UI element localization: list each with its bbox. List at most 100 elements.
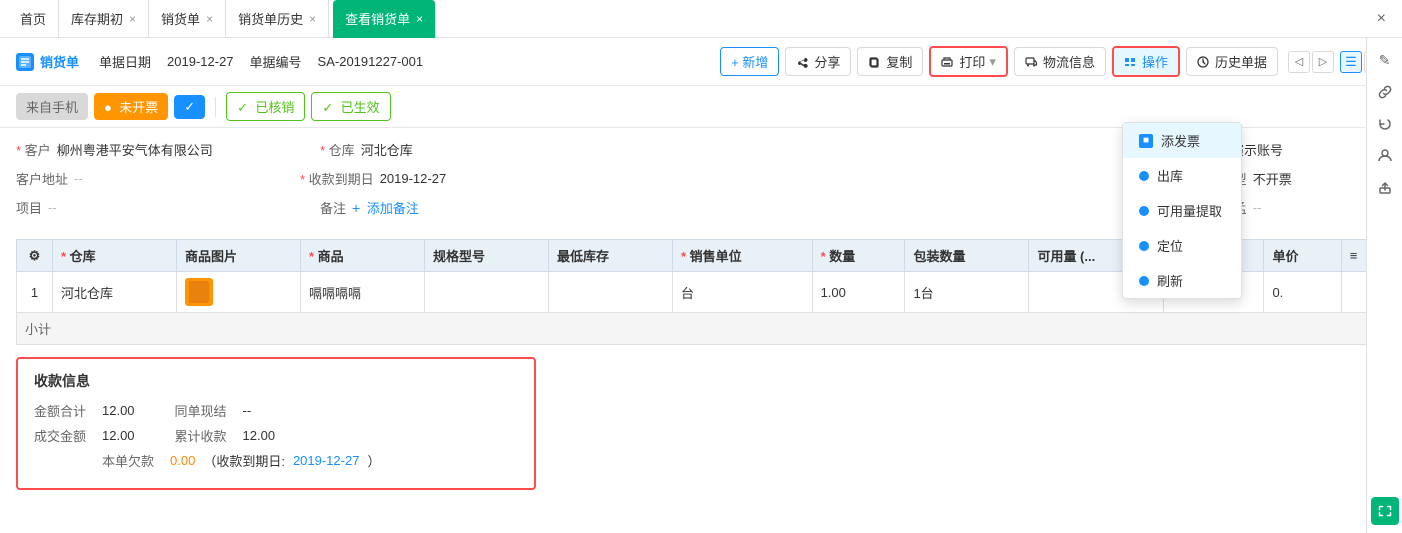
sidebar-expand-icon[interactable]: [1371, 497, 1399, 525]
cumulative-label: 累计收款: [175, 426, 235, 445]
next-button[interactable]: ▷: [1312, 51, 1334, 73]
cell-product-img: [177, 272, 301, 313]
ops-button[interactable]: 操作: [1112, 46, 1180, 77]
prev-button[interactable]: ◁: [1288, 51, 1310, 73]
from-phone-button[interactable]: 来自手机: [16, 93, 88, 120]
total-field: 金额合计 12.00: [34, 401, 135, 420]
new-button[interactable]: + 新增: [720, 47, 779, 76]
tab-sales-history[interactable]: 销货单历史 ×: [226, 0, 329, 38]
tab-check-sales[interactable]: 查看销货单 ×: [333, 0, 436, 38]
dropdown-locate[interactable]: 定位: [1123, 228, 1241, 263]
sidebar-edit-icon[interactable]: ✎: [1371, 46, 1399, 74]
subtotal-row: 小计: [17, 313, 1386, 345]
close-tab-history[interactable]: ×: [309, 12, 316, 26]
same-order-label: 同单现结: [175, 401, 235, 420]
cell-price: 0.: [1264, 272, 1341, 313]
cell-spec: [425, 272, 549, 313]
project-label: 项目: [16, 198, 42, 217]
refresh-icon: [1139, 276, 1149, 286]
tab-home[interactable]: 首页: [8, 0, 59, 38]
ticket-value: 不开票: [1253, 169, 1292, 188]
sidebar-link-icon[interactable]: [1371, 78, 1399, 106]
tab-bar: 首页 库存期初 × 销货单 × 销货单历史 × 查看销货单 × ×: [0, 0, 1402, 38]
customer-label: 客户: [16, 140, 51, 159]
nav-icons: ◁ ▷: [1288, 51, 1334, 73]
balance-date: 2019-12-27: [293, 453, 360, 468]
doc-header: 销货单 单据日期 2019-12-27 单据编号 SA-20191227-001…: [0, 38, 1402, 86]
dropdown-refresh[interactable]: 刷新: [1123, 263, 1241, 298]
customer-field: 客户 柳州粤港平安气体有限公司: [16, 140, 216, 159]
date-label: 单据日期: [99, 52, 151, 71]
col-settings[interactable]: ⚙: [17, 240, 53, 272]
project-field: 项目 --: [16, 198, 216, 217]
sidebar-rotate-icon[interactable]: [1371, 110, 1399, 138]
global-close-button[interactable]: ×: [1369, 10, 1394, 28]
dropdown-out-warehouse[interactable]: 出库: [1123, 158, 1241, 193]
payment-date-field: 收款到期日 2019-12-27: [300, 169, 500, 188]
dropdown-add-invoice[interactable]: ■ 添发票: [1123, 123, 1241, 158]
col-warehouse: 仓库: [53, 240, 177, 272]
transaction-label: 成交金额: [34, 426, 94, 445]
active-button[interactable]: ✓ 已生效: [311, 92, 390, 121]
payment-row-1: 金额合计 12.00 同单现结 --: [34, 401, 518, 420]
balance-value: 0.00: [170, 453, 195, 468]
cell-pack-qty: 1台: [905, 272, 1029, 313]
check-icon: ✓: [237, 100, 248, 115]
cumulative-value: 12.00: [243, 428, 276, 443]
remark-label: 备注: [320, 198, 346, 217]
col-product-img: 商品图片: [177, 240, 301, 272]
copy-button[interactable]: 复制: [857, 47, 923, 76]
warehouse-value: 河北仓库: [361, 140, 413, 159]
total-value: 12.00: [102, 403, 135, 418]
logistics-button[interactable]: 物流信息: [1014, 47, 1106, 76]
out-warehouse-icon: [1139, 171, 1149, 181]
dropdown-available-qty[interactable]: 可用量提取: [1123, 193, 1241, 228]
print-button[interactable]: 打印 ▾: [929, 46, 1008, 77]
col-spec: 规格型号: [425, 240, 549, 272]
confirm-button[interactable]: ✓: [174, 95, 205, 119]
available-qty-icon: [1139, 206, 1149, 216]
close-tab-check[interactable]: ×: [416, 12, 423, 26]
add-invoice-icon: ■: [1139, 134, 1153, 148]
ops-dropdown: ■ 添发票 出库 可用量提取 定位 刷新: [1122, 122, 1242, 299]
payment-date-label: 收款到期日: [300, 169, 374, 188]
col-pack-qty: 包装数量: [905, 240, 1029, 272]
doc-title: 销货单: [16, 52, 79, 71]
number-value: SA-20191227-001: [318, 54, 424, 69]
share-button[interactable]: 分享: [785, 47, 851, 76]
subtotal-label: 小计: [17, 313, 1386, 345]
same-order-value: --: [243, 403, 252, 418]
remark-field: 备注 + 添加备注: [320, 198, 520, 217]
col-min-stock: 最低库存: [549, 240, 673, 272]
add-remark-button[interactable]: + 添加备注: [352, 198, 419, 217]
tab-inventory-init[interactable]: 库存期初 ×: [59, 0, 149, 38]
doc-meta: 单据日期 2019-12-27 单据编号 SA-20191227-001: [99, 52, 720, 71]
cumulative-field: 累计收款 12.00: [175, 426, 276, 445]
history-button[interactable]: 历史单据: [1186, 47, 1278, 76]
payment-title: 收款信息: [34, 371, 518, 391]
col-product: 商品: [301, 240, 425, 272]
cancel-button[interactable]: ✓ 已核销: [226, 92, 305, 121]
warehouse-label: 仓库: [320, 140, 355, 159]
payment-row-2: 成交金额 12.00 累计收款 12.00: [34, 426, 518, 445]
list-view-button[interactable]: ☰: [1340, 51, 1362, 73]
sidebar-share-icon[interactable]: [1371, 174, 1399, 202]
secondary-toolbar: 来自手机 ● 未开票 ✓ ✓ 已核销 ✓ 已生效 ■ 添发票 出库: [0, 86, 1402, 128]
toolbar-right: + 新增 分享 复制 打印 ▾ 物流信息 操作: [720, 46, 1386, 77]
status-button[interactable]: ● 未开票: [94, 93, 168, 120]
staff2-value: --: [1253, 200, 1262, 215]
col-price: 单价: [1264, 240, 1341, 272]
warehouse-field: 仓库 河北仓库: [320, 140, 520, 159]
cell-unit: 台: [673, 272, 813, 313]
balance-field: 本单欠款 0.00 （收款到期日: 2019-12-27 ）: [102, 451, 380, 470]
transaction-field: 成交金额 12.00: [34, 426, 135, 445]
sidebar-user-icon[interactable]: [1371, 142, 1399, 170]
close-tab-sales[interactable]: ×: [206, 12, 213, 26]
bottom-section: 收款信息 金额合计 12.00 同单现结 -- 成交金额 12.00 累计收款: [0, 345, 1402, 502]
cell-min-stock: [549, 272, 673, 313]
circle-icon: ●: [104, 100, 112, 115]
tab-sales-order[interactable]: 销货单 ×: [149, 0, 226, 38]
col-unit: 销售单位: [673, 240, 813, 272]
locate-icon: [1139, 241, 1149, 251]
close-tab-inventory[interactable]: ×: [129, 12, 136, 26]
